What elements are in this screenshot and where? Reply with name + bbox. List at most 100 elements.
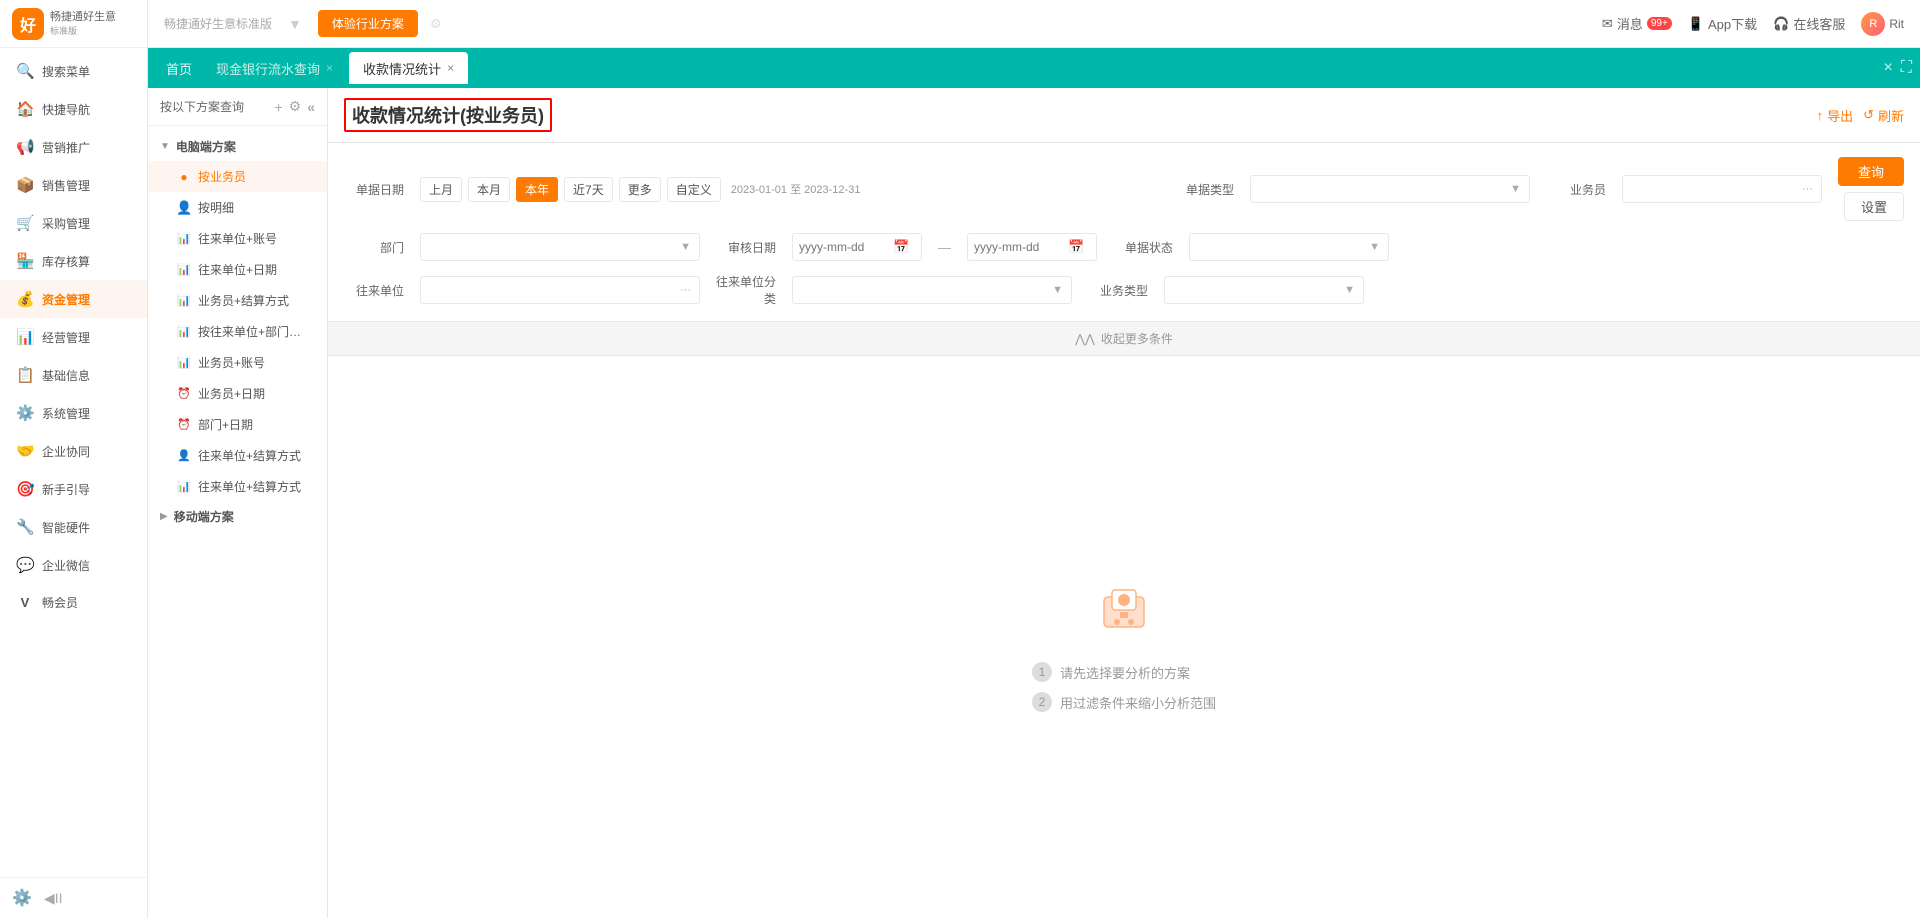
- tree-item-salesperson-date[interactable]: ⏰ 业务员+日期: [148, 378, 327, 409]
- page-body: 按以下方案查询 + ⚙ « ▼ 电脑端方案 ● 按业务员 👤 按: [148, 88, 1920, 918]
- date-btn-custom[interactable]: 自定义: [667, 177, 721, 202]
- collapse-footer-icon[interactable]: ◀II: [44, 890, 63, 907]
- tree-item-salesperson-account-label: 业务员+账号: [198, 354, 265, 371]
- add-scheme-btn[interactable]: +: [274, 99, 282, 115]
- sidebar-item-operations[interactable]: 📊 经营管理: [0, 318, 147, 356]
- tab-collection-stats-close[interactable]: ×: [447, 61, 454, 75]
- salesperson-select[interactable]: ···: [1622, 175, 1822, 203]
- tree-item-by-detail[interactable]: 👤 按明细: [148, 192, 327, 223]
- tree-item-salesperson-account[interactable]: 📊 业务员+账号: [148, 347, 327, 378]
- messages-btn[interactable]: ✉ 消息 99+: [1602, 14, 1672, 33]
- tip-text-2: 用过滤条件来缩小分析范围: [1060, 693, 1216, 712]
- sidebar-item-inventory[interactable]: 🏪 库存核算: [0, 242, 147, 280]
- partner-category-select[interactable]: ▼: [792, 276, 1072, 304]
- sidebar-item-base-info[interactable]: 📋 基础信息: [0, 356, 147, 394]
- logo-icon: 好: [12, 8, 44, 40]
- sidebar-item-quick-nav[interactable]: 🏠 快捷导航: [0, 90, 147, 128]
- sidebar-item-wechat[interactable]: 💬 企业微信: [0, 546, 147, 584]
- audit-date-start-input[interactable]: [799, 240, 889, 254]
- tabs-right: × ⛶: [1883, 59, 1912, 77]
- right-content: 收款情况统计(按业务员) ↑ 导出 ↺ 刷新 单据日期: [328, 88, 1920, 918]
- filter-row-1: 单据日期 上月 本月 本年 近7天 更多 自定义 2023-01-01 至 20…: [344, 157, 1904, 221]
- audit-date-end-input[interactable]: [974, 240, 1064, 254]
- sidebar-item-purchase[interactable]: 🛒 采购管理: [0, 204, 147, 242]
- tree-item-partner-dept-collection[interactable]: 📊 按往来单位+部门+收...: [148, 316, 327, 347]
- audit-date-dash: —: [938, 240, 951, 255]
- tree-item-partner-settlement1[interactable]: 👤 往来单位+结算方式: [148, 440, 327, 471]
- date-btn-more[interactable]: 更多: [619, 177, 661, 202]
- settings-btn[interactable]: 设置: [1844, 192, 1904, 221]
- tip-text-1: 请先选择要分析的方案: [1060, 663, 1190, 682]
- tab-maximize-btn[interactable]: ⛶: [1901, 59, 1912, 77]
- logo-text: 畅捷通好生意: [50, 10, 116, 24]
- trial-btn[interactable]: 体验行业方案: [318, 10, 418, 37]
- scheme-settings-btn[interactable]: ⚙: [289, 98, 302, 115]
- mobile-group-header[interactable]: ▶ 移动端方案: [148, 502, 327, 531]
- tree-item-by-salesperson[interactable]: ● 按业务员: [148, 161, 327, 192]
- tree-item-partner-date[interactable]: 📊 往来单位+日期: [148, 254, 327, 285]
- user-info[interactable]: R Rit: [1861, 12, 1904, 36]
- doc-type-select[interactable]: ▼: [1250, 175, 1530, 203]
- sidebar-footer: ⚙️ ◀II: [0, 877, 147, 918]
- collapse-panel-btn[interactable]: «: [307, 99, 315, 115]
- salesperson-settlement-icon: 📊: [176, 294, 192, 307]
- action-btns: 查询 设置: [1838, 157, 1904, 221]
- doc-status-select[interactable]: ▼: [1189, 233, 1389, 261]
- tab-bank-flow[interactable]: 现金银行流水查询 ×: [202, 52, 347, 84]
- salesperson-label: 业务员: [1546, 181, 1606, 198]
- sidebar-item-enterprise[interactable]: 🤝 企业协同: [0, 432, 147, 470]
- doc-status-label: 单据状态: [1113, 239, 1173, 256]
- sidebar-item-finance[interactable]: 💰 资金管理: [0, 280, 147, 318]
- message-icon: ✉: [1602, 16, 1613, 32]
- tab-collection-stats-label: 收款情况统计: [363, 59, 441, 78]
- left-panel-actions: + ⚙ «: [274, 98, 315, 115]
- salesperson-date-icon: ⏰: [176, 387, 192, 400]
- refresh-btn[interactable]: ↺ 刷新: [1863, 106, 1904, 125]
- tab-home[interactable]: 首页: [156, 59, 202, 78]
- department-label: 部门: [344, 239, 404, 256]
- tree-item-salesperson-settlement-label: 业务员+结算方式: [198, 292, 289, 309]
- export-btn[interactable]: ↑ 导出: [1817, 106, 1854, 125]
- filter-row-2: 部门 ▼ 审核日期 📅 — 📅 单据状态: [344, 233, 1904, 261]
- tree-item-salesperson-settlement[interactable]: 📊 业务员+结算方式: [148, 285, 327, 316]
- tab-collection-stats[interactable]: 收款情况统计 ×: [349, 52, 468, 84]
- base-info-icon: 📋: [16, 366, 34, 384]
- partner-settlement2-icon: 📊: [176, 480, 192, 493]
- department-select[interactable]: ▼: [420, 233, 700, 261]
- collapse-btn[interactable]: ⋀⋀ 收起更多条件: [328, 322, 1920, 356]
- tab-bank-flow-close[interactable]: ×: [326, 61, 333, 75]
- sidebar-item-sales[interactable]: 📦 销售管理: [0, 166, 147, 204]
- app-download-btn[interactable]: 📱 App下载: [1688, 14, 1757, 33]
- tree-item-by-salesperson-label: 按业务员: [198, 168, 246, 185]
- sidebar-item-search-menu[interactable]: 🔍 搜索菜单: [0, 52, 147, 90]
- collapse-label: 收起更多条件: [1101, 330, 1173, 347]
- tab-close-all-btn[interactable]: ×: [1883, 59, 1892, 77]
- online-service-btn[interactable]: 🎧 在线客服: [1773, 14, 1845, 33]
- doc-status-arrow: ▼: [1369, 241, 1380, 253]
- date-btn-last-month[interactable]: 上月: [420, 177, 462, 202]
- partner-select[interactable]: ···: [420, 276, 700, 304]
- sidebar-item-guide[interactable]: 🎯 新手引导: [0, 470, 147, 508]
- sidebar-item-system[interactable]: ⚙️ 系统管理: [0, 394, 147, 432]
- date-btn-last-7-days[interactable]: 近7天: [564, 177, 613, 202]
- finance-icon: 💰: [16, 290, 34, 308]
- tree-item-dept-date[interactable]: ⏰ 部门+日期: [148, 409, 327, 440]
- member-icon: V: [16, 595, 34, 610]
- desktop-group-header[interactable]: ▼ 电脑端方案: [148, 132, 327, 161]
- tree-item-partner-settlement2[interactable]: 📊 往来单位+结算方式: [148, 471, 327, 502]
- date-btn-this-year[interactable]: 本年: [516, 177, 558, 202]
- quick-nav-icon: 🏠: [16, 100, 34, 118]
- query-btn[interactable]: 查询: [1838, 157, 1904, 186]
- date-btn-this-month[interactable]: 本月: [468, 177, 510, 202]
- tip-num-2: 2: [1032, 692, 1052, 712]
- settings-footer-icon[interactable]: ⚙️: [12, 888, 32, 908]
- tree-item-partner-account[interactable]: 📊 往来单位+账号: [148, 223, 327, 254]
- partner-date-icon: 📊: [176, 263, 192, 276]
- biz-type-select[interactable]: ▼: [1164, 276, 1364, 304]
- sidebar-item-member[interactable]: V 畅会员: [0, 584, 147, 621]
- sidebar-logo: 好 畅捷通好生意 标准版: [0, 0, 147, 48]
- topbar-right: ✉ 消息 99+ 📱 App下载 🎧 在线客服 R Rit: [1602, 12, 1904, 36]
- sidebar-item-marketing[interactable]: 📢 营销推广: [0, 128, 147, 166]
- sidebar-item-smart-hw[interactable]: 🔧 智能硬件: [0, 508, 147, 546]
- empty-tips: 1 请先选择要分析的方案 2 用过滤条件来缩小分析范围: [1032, 662, 1216, 712]
